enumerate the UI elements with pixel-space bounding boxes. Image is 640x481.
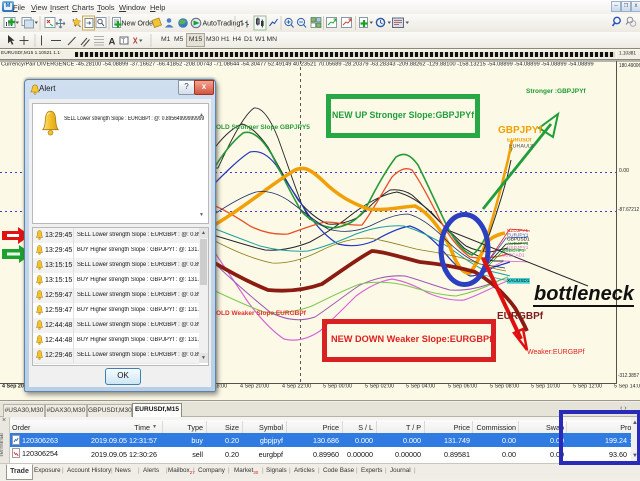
svg-text:A: A bbox=[109, 37, 116, 48]
svg-text:New Order: New Order bbox=[122, 21, 157, 28]
svg-text:T: T bbox=[122, 39, 126, 45]
